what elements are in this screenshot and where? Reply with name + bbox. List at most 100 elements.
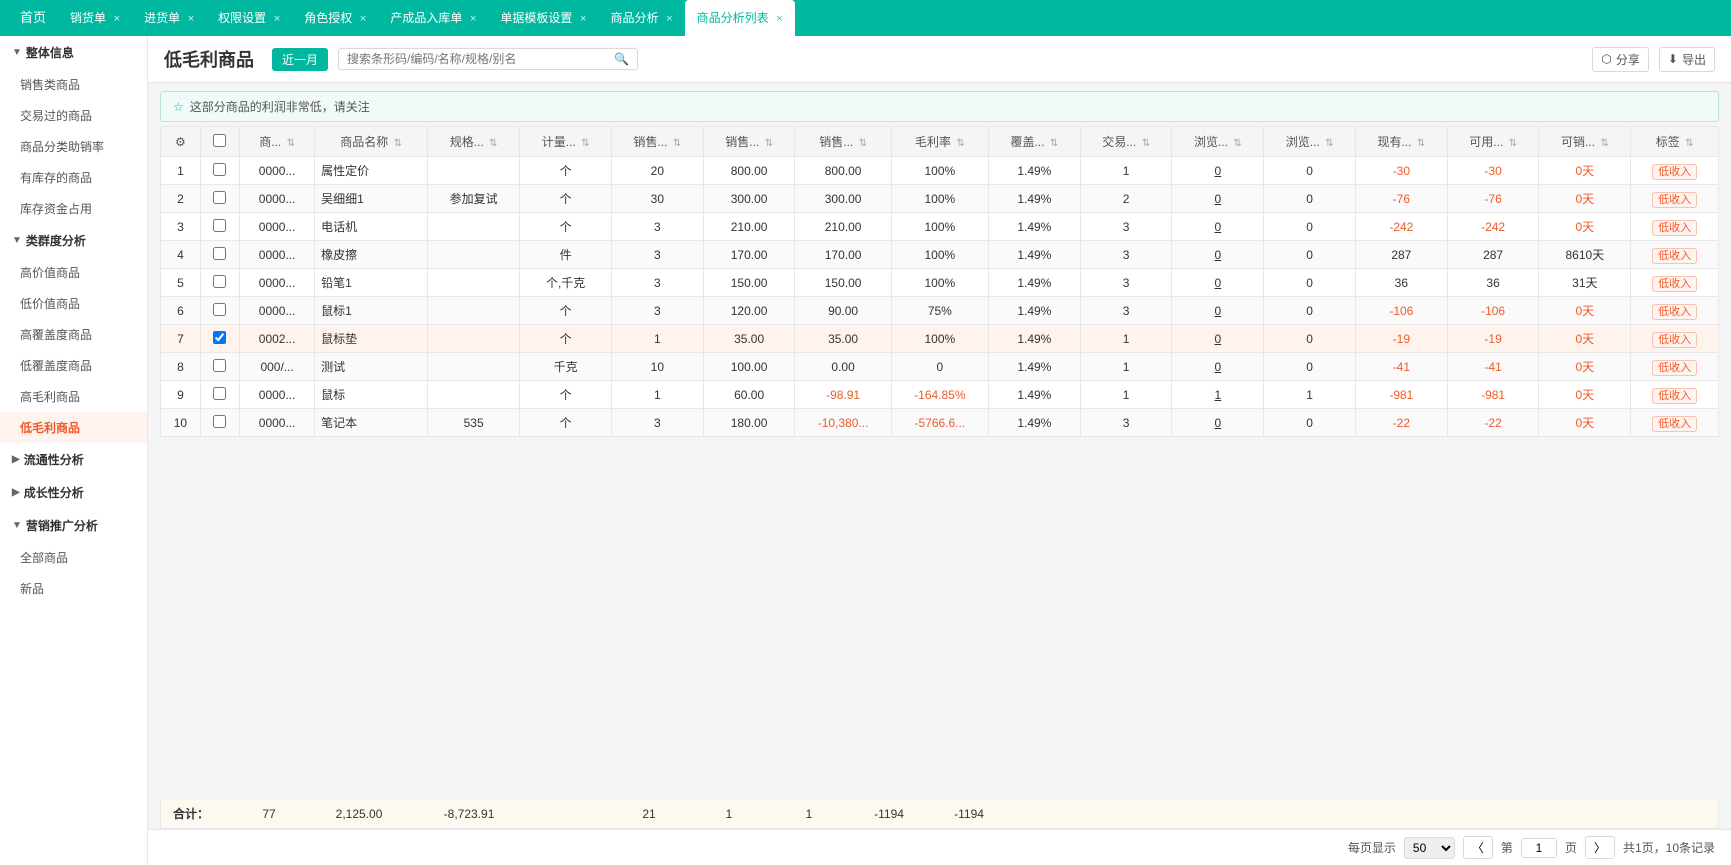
row-checkbox-cell[interactable] bbox=[200, 185, 239, 213]
row-name: 电话机 bbox=[315, 213, 428, 241]
close-icon[interactable]: × bbox=[666, 13, 672, 25]
row-checkbox-cell[interactable] bbox=[200, 213, 239, 241]
sidebar-item-low-margin[interactable]: 低毛利商品 bbox=[0, 412, 147, 443]
data-table: ⚙ 商... ⇅ 商品名称 ⇅ 规格... ⇅ 计量... ⇅ 销售... ⇅ … bbox=[160, 126, 1719, 437]
col-sales-profit[interactable]: 销售... ⇅ bbox=[795, 127, 891, 157]
row-current-stock: -22 bbox=[1355, 409, 1447, 437]
sidebar-group-circulation[interactable]: ▶ 流通性分析 bbox=[0, 443, 147, 476]
sidebar-item-low-coverage[interactable]: 低覆盖度商品 bbox=[0, 350, 147, 381]
sidebar-item-high-coverage[interactable]: 高覆盖度商品 bbox=[0, 319, 147, 350]
sidebar-item-high-margin[interactable]: 高毛利商品 bbox=[0, 381, 147, 412]
row-checkbox-cell[interactable] bbox=[200, 241, 239, 269]
row-checkbox[interactable] bbox=[213, 275, 226, 288]
col-current-stock[interactable]: 现有... ⇅ bbox=[1355, 127, 1447, 157]
sidebar-item-new-goods[interactable]: 新品 bbox=[0, 573, 147, 604]
chevron-down-icon: ▼ bbox=[12, 47, 22, 58]
row-checkbox[interactable] bbox=[213, 387, 226, 400]
row-checkbox-cell[interactable] bbox=[200, 353, 239, 381]
share-button[interactable]: ⬡ 分享 bbox=[1592, 47, 1649, 72]
col-sales-qty[interactable]: 销售... ⇅ bbox=[611, 127, 703, 157]
col-sales-price[interactable]: 销售... ⇅ bbox=[703, 127, 795, 157]
page-input[interactable] bbox=[1521, 838, 1557, 858]
row-current-stock: -106 bbox=[1355, 297, 1447, 325]
row-spec bbox=[428, 381, 520, 409]
sidebar-item-sales-goods[interactable]: 销售类商品 bbox=[0, 69, 147, 100]
col-coverage[interactable]: 覆盖... ⇅ bbox=[988, 127, 1080, 157]
close-icon[interactable]: × bbox=[580, 13, 586, 25]
col-available[interactable]: 可用... ⇅ bbox=[1447, 127, 1539, 157]
close-icon[interactable]: × bbox=[188, 13, 194, 25]
col-settings[interactable]: ⚙ bbox=[161, 127, 201, 157]
col-transaction[interactable]: 交易... ⇅ bbox=[1080, 127, 1172, 157]
search-input[interactable] bbox=[347, 52, 610, 66]
row-checkbox[interactable] bbox=[213, 163, 226, 176]
sidebar-group-cluster[interactable]: ▼ 类群度分析 bbox=[0, 224, 147, 257]
row-browse1: 0 bbox=[1172, 409, 1264, 437]
close-icon[interactable]: × bbox=[274, 13, 280, 25]
row-checkbox-cell[interactable] bbox=[200, 381, 239, 409]
col-checkbox[interactable] bbox=[200, 127, 239, 157]
row-coverage: 1.49% bbox=[988, 185, 1080, 213]
col-spec[interactable]: 规格... ⇅ bbox=[428, 127, 520, 157]
col-saleable[interactable]: 可销... ⇅ bbox=[1539, 127, 1631, 157]
sidebar-item-stocked-goods[interactable]: 有库存的商品 bbox=[0, 162, 147, 193]
row-checkbox[interactable] bbox=[213, 359, 226, 372]
col-tag[interactable]: 标签 ⇅ bbox=[1631, 127, 1719, 157]
row-checkbox-cell[interactable] bbox=[200, 409, 239, 437]
data-table-container[interactable]: ⚙ 商... ⇅ 商品名称 ⇅ 规格... ⇅ 计量... ⇅ 销售... ⇅ … bbox=[160, 126, 1719, 799]
prev-page-button[interactable]: 〈 bbox=[1463, 836, 1493, 859]
row-checkbox[interactable] bbox=[213, 331, 226, 344]
row-checkbox[interactable] bbox=[213, 247, 226, 260]
row-transaction: 2 bbox=[1080, 185, 1172, 213]
per-page-select[interactable]: 50 100 200 bbox=[1404, 837, 1455, 859]
sidebar-item-all-goods[interactable]: 全部商品 bbox=[0, 542, 147, 573]
nav-product-analysis-list[interactable]: 商品分析列表 × bbox=[685, 0, 795, 36]
sidebar-item-stock-capital[interactable]: 库存资金占用 bbox=[0, 193, 147, 224]
row-sales-qty: 10 bbox=[611, 353, 703, 381]
row-checkbox-cell[interactable] bbox=[200, 157, 239, 185]
nav-product-analysis[interactable]: 商品分析 × bbox=[598, 0, 684, 36]
nav-purchase-order[interactable]: 进货单 × bbox=[132, 0, 206, 36]
row-checkbox[interactable] bbox=[213, 303, 226, 316]
next-page-button[interactable]: 〉 bbox=[1585, 836, 1615, 859]
col-browse2[interactable]: 浏览... ⇅ bbox=[1264, 127, 1356, 157]
chevron-right-icon: ▶ bbox=[12, 454, 20, 465]
row-sales-profit: 300.00 bbox=[795, 185, 891, 213]
row-checkbox[interactable] bbox=[213, 415, 226, 428]
close-icon[interactable]: × bbox=[360, 13, 366, 25]
export-button[interactable]: ⬇ 导出 bbox=[1659, 47, 1715, 72]
row-checkbox-cell[interactable] bbox=[200, 297, 239, 325]
close-icon[interactable]: × bbox=[470, 13, 476, 25]
sidebar-group-growth[interactable]: ▶ 成长性分析 bbox=[0, 476, 147, 509]
col-name[interactable]: 商品名称 ⇅ bbox=[315, 127, 428, 157]
row-checkbox-cell[interactable] bbox=[200, 325, 239, 353]
nav-home[interactable]: 首页 bbox=[8, 0, 58, 36]
row-name: 铅笔1 bbox=[315, 269, 428, 297]
sidebar-group-marketing[interactable]: ▼ 营销推广分析 bbox=[0, 509, 147, 542]
row-code: 0000... bbox=[240, 157, 315, 185]
nav-sales-order[interactable]: 销货单 × bbox=[58, 0, 132, 36]
sidebar-item-traded-goods[interactable]: 交易过的商品 bbox=[0, 100, 147, 131]
sidebar-item-category-rate[interactable]: 商品分类助销率 bbox=[0, 131, 147, 162]
row-checkbox[interactable] bbox=[213, 191, 226, 204]
nav-product-entry[interactable]: 产成品入库单 × bbox=[378, 0, 488, 36]
nav-permissions[interactable]: 权限设置 × bbox=[206, 0, 292, 36]
page-end-label: 页 bbox=[1565, 839, 1577, 856]
sidebar-group-overall[interactable]: ▼ 整体信息 bbox=[0, 36, 147, 69]
col-unit[interactable]: 计量... ⇅ bbox=[520, 127, 612, 157]
select-all-checkbox[interactable] bbox=[213, 134, 226, 147]
close-icon[interactable]: × bbox=[776, 13, 782, 25]
col-code[interactable]: 商... ⇅ bbox=[240, 127, 315, 157]
close-icon[interactable]: × bbox=[114, 13, 120, 25]
sidebar-item-low-value[interactable]: 低价值商品 bbox=[0, 288, 147, 319]
search-box[interactable]: 🔍 bbox=[338, 48, 638, 70]
date-filter-button[interactable]: 近一月 bbox=[272, 48, 328, 71]
nav-template-settings[interactable]: 单据模板设置 × bbox=[488, 0, 598, 36]
search-icon[interactable]: 🔍 bbox=[614, 52, 629, 66]
sidebar-item-high-value[interactable]: 高价值商品 bbox=[0, 257, 147, 288]
row-checkbox-cell[interactable] bbox=[200, 269, 239, 297]
col-browse1[interactable]: 浏览... ⇅ bbox=[1172, 127, 1264, 157]
row-checkbox[interactable] bbox=[213, 219, 226, 232]
col-gross-margin[interactable]: 毛利率 ⇅ bbox=[891, 127, 988, 157]
nav-role-auth[interactable]: 角色授权 × bbox=[292, 0, 378, 36]
